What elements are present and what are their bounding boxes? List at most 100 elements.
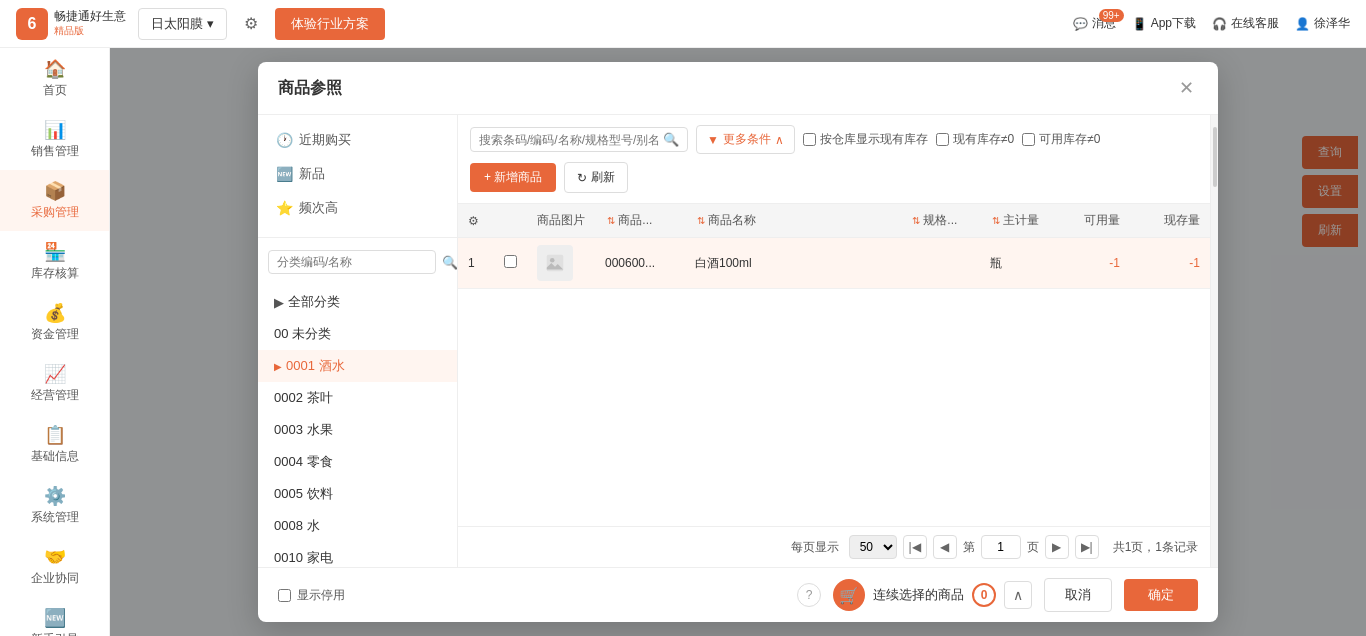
category-item-4[interactable]: 0004 零食 <box>258 446 457 478</box>
checkbox-avail-label: 可用库存≠0 <box>1039 131 1100 148</box>
sidebar-item-home[interactable]: 🏠 首页 <box>0 48 109 109</box>
category-item-2[interactable]: 0002 茶叶 <box>258 382 457 414</box>
sidebar-item-enterprise[interactable]: 🤝 企业协同 <box>0 536 109 597</box>
gear-icon[interactable]: ⚙ <box>235 8 267 40</box>
quick-new[interactable]: 🆕 新品 <box>268 159 447 189</box>
sidebar-item-label: 经营管理 <box>31 387 79 404</box>
sidebar-item-inventory[interactable]: 🏪 库存核算 <box>0 231 109 292</box>
category-item-label: 全部分类 <box>288 293 340 311</box>
category-item-7[interactable]: 0010 家电 <box>258 542 457 567</box>
category-item-0[interactable]: 00 未分类 <box>258 318 457 350</box>
row-img <box>527 238 595 289</box>
sidebar: 🏠 首页 📊 销售管理 📦 采购管理 🏪 库存核算 💰 资金管理 📈 经营管理 … <box>0 48 110 636</box>
cancel-btn[interactable]: 取消 <box>1044 578 1112 612</box>
sidebar-item-guide[interactable]: 🆕 新手引导 <box>0 597 109 636</box>
quick-recent-label: 近期购买 <box>299 131 351 149</box>
store-name: 日太阳膜 <box>151 15 203 33</box>
user-menu[interactable]: 👤 徐泽华 <box>1295 15 1350 32</box>
purchase-icon: 📦 <box>44 180 66 202</box>
logo-text: 畅捷通好生意 <box>54 9 126 25</box>
page-last-btn[interactable]: ▶| <box>1075 535 1099 559</box>
col-header-avail: 可用量 <box>1050 204 1130 238</box>
col-header-code[interactable]: ⇅ 商品... <box>595 204 685 238</box>
modal-header: 商品参照 ✕ <box>258 62 1218 115</box>
modal-right-panel: 🔍 ▼ 更多条件 ∧ 按仓库显示现有库存 <box>458 115 1210 567</box>
trial-btn[interactable]: 体验行业方案 <box>275 8 385 40</box>
per-page-select[interactable]: 50 <box>849 535 897 559</box>
modal-title: 商品参照 <box>278 78 342 99</box>
col-header-check <box>494 204 527 238</box>
row-name: 白酒100ml <box>685 238 900 289</box>
modal-body: 🕐 近期购买 🆕 新品 ⭐ 频次高 <box>258 115 1218 567</box>
product-search-input[interactable] <box>479 133 659 147</box>
filter-label: 更多条件 <box>723 131 771 148</box>
sidebar-item-business[interactable]: 📈 经营管理 <box>0 353 109 414</box>
category-item-all[interactable]: ▶ 全部分类 <box>258 286 457 318</box>
quick-frequent[interactable]: ⭐ 频次高 <box>268 193 447 223</box>
online-service-btn[interactable]: 🎧 在线客服 <box>1212 15 1279 32</box>
row-code: 000600... <box>595 238 685 289</box>
row-check[interactable] <box>494 238 527 289</box>
sort-icon: ⇅ <box>992 215 1000 226</box>
modal-toolbar: 🔍 ▼ 更多条件 ∧ 按仓库显示现有库存 <box>458 115 1210 204</box>
page-label-2: 页 <box>1027 539 1039 556</box>
category-item-1[interactable]: ▶ 0001 酒水 <box>258 350 457 382</box>
checkbox-stock-input[interactable] <box>936 133 949 146</box>
col-header-name[interactable]: ⇅ 商品名称 <box>685 204 900 238</box>
message-btn[interactable]: 💬 消息 99+ <box>1073 15 1116 32</box>
guide-icon: 🆕 <box>44 607 66 629</box>
sidebar-item-basic[interactable]: 📋 基础信息 <box>0 414 109 475</box>
page-input[interactable] <box>981 535 1021 559</box>
checkbox-warehouse[interactable]: 按仓库显示现有库存 <box>803 131 928 148</box>
show-disabled-input[interactable] <box>278 589 291 602</box>
page-prev-btn[interactable]: ◀ <box>933 535 957 559</box>
row-checkbox[interactable] <box>504 255 517 268</box>
add-product-btn[interactable]: + 新增商品 <box>470 163 556 192</box>
clock-icon: 🕐 <box>276 132 293 148</box>
sales-icon: 📊 <box>44 119 66 141</box>
col-header-stock: 现存量 <box>1130 204 1210 238</box>
search-icon[interactable]: 🔍 <box>442 255 458 270</box>
product-reference-modal: 商品参照 ✕ 🕐 近期购买 🆕 新品 <box>258 62 1218 622</box>
filter-btn[interactable]: ▼ 更多条件 ∧ <box>696 125 795 154</box>
sidebar-item-system[interactable]: ⚙️ 系统管理 <box>0 475 109 536</box>
arrow-icon: ▶ <box>274 361 282 372</box>
category-item-3[interactable]: 0003 水果 <box>258 414 457 446</box>
col-header-spec[interactable]: ⇅ 规格... <box>900 204 980 238</box>
checkbox-stock-nonzero[interactable]: 现有库存≠0 <box>936 131 1014 148</box>
close-icon[interactable]: ✕ <box>1174 76 1198 100</box>
col-header-unit[interactable]: ⇅ 主计量 <box>980 204 1050 238</box>
help-icon[interactable]: ? <box>797 583 821 607</box>
modal-overlay: 商品参照 ✕ 🕐 近期购买 🆕 新品 <box>110 48 1366 636</box>
category-search-input[interactable] <box>268 250 436 274</box>
store-selector[interactable]: 日太阳膜 ▾ <box>138 8 227 40</box>
confirm-btn[interactable]: 确定 <box>1124 579 1198 611</box>
row-unit: 瓶 <box>980 238 1050 289</box>
page-first-btn[interactable]: |◀ <box>903 535 927 559</box>
sidebar-item-label: 首页 <box>43 82 67 99</box>
category-item-label: 0010 家电 <box>274 549 333 567</box>
checkbox-warehouse-input[interactable] <box>803 133 816 146</box>
checkbox-avail-nonzero[interactable]: 可用库存≠0 <box>1022 131 1100 148</box>
sort-icon: ⇅ <box>912 215 920 226</box>
checkbox-warehouse-label: 按仓库显示现有库存 <box>820 131 928 148</box>
sidebar-item-finance[interactable]: 💰 资金管理 <box>0 292 109 353</box>
search-icon[interactable]: 🔍 <box>663 132 679 147</box>
checkbox-avail-input[interactable] <box>1022 133 1035 146</box>
table-row[interactable]: 1 <box>458 238 1210 289</box>
sidebar-item-label: 采购管理 <box>31 204 79 221</box>
cart-area[interactable]: 🛒 连续选择的商品 0 ∧ <box>833 579 1032 611</box>
quick-recent[interactable]: 🕐 近期购买 <box>268 125 447 155</box>
app-download-btn[interactable]: 📱 App下载 <box>1132 15 1196 32</box>
row-stock: -1 <box>1130 238 1210 289</box>
category-item-5[interactable]: 0005 饮料 <box>258 478 457 510</box>
show-disabled-checkbox[interactable]: 显示停用 <box>278 587 345 604</box>
col-header-settings[interactable]: ⚙ <box>458 204 494 238</box>
sidebar-item-sales[interactable]: 📊 销售管理 <box>0 109 109 170</box>
sidebar-item-purchase[interactable]: 📦 采购管理 <box>0 170 109 231</box>
top-nav: 6 畅捷通好生意 精品版 日太阳膜 ▾ ⚙ 体验行业方案 💬 消息 99+ 📱 … <box>0 0 1366 48</box>
refresh-btn[interactable]: ↻ 刷新 <box>564 162 628 193</box>
category-item-6[interactable]: 0008 水 <box>258 510 457 542</box>
fold-btn[interactable]: ∧ <box>1004 581 1032 609</box>
page-next-btn[interactable]: ▶ <box>1045 535 1069 559</box>
